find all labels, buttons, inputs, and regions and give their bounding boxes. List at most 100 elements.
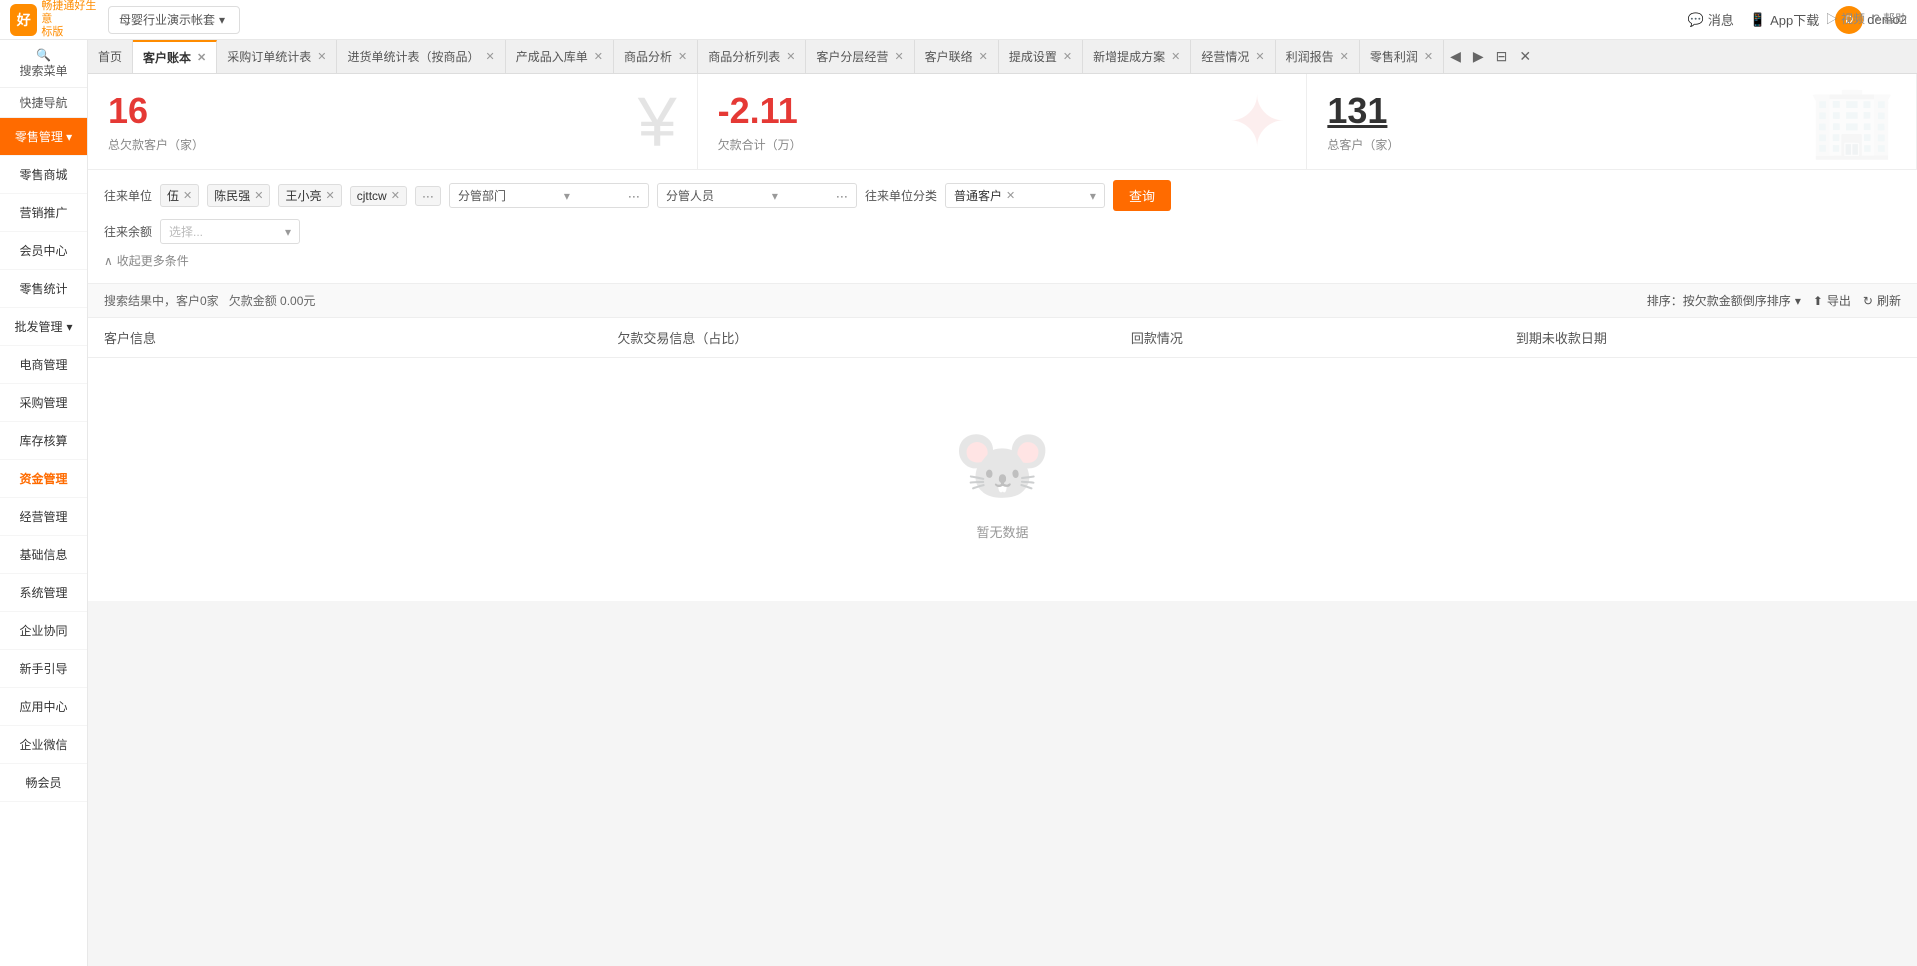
search-icon: 🔍 [36, 48, 51, 62]
sidebar-item-marketing[interactable]: 营销推广 [0, 194, 87, 232]
sidebar-item-app-center[interactable]: 应用中心 [0, 688, 87, 726]
dept-dropdown-icon: ▾ [564, 189, 570, 203]
phone-icon: 📱 [1750, 12, 1766, 28]
tab-home[interactable]: 首页 [88, 40, 133, 74]
sidebar-item-enterprise-wechat[interactable]: 企业微信 [0, 726, 87, 764]
refresh-btn[interactable]: ↻ 刷新 [1863, 292, 1901, 309]
dept-filter[interactable]: 分管部门 ▾ ··· [449, 183, 649, 208]
tab-profit-report[interactable]: 利润报告 ✕ [1276, 40, 1360, 74]
tab-inbound-stats[interactable]: 进货单统计表（按商品） ✕ [337, 40, 505, 74]
sidebar-item-operations[interactable]: 经营管理 [0, 498, 87, 536]
sidebar-item-retail-mall[interactable]: 零售商城 [0, 156, 87, 194]
sidebar-item-enterprise-collab[interactable]: 企业协同 [0, 612, 87, 650]
tab-close-icon[interactable]: ✕ [1340, 50, 1349, 63]
tab-product-analysis[interactable]: 商品分析 ✕ [614, 40, 698, 74]
tab-nav-prev[interactable]: ◀ [1444, 40, 1467, 74]
app-download-label: App下载 [1770, 10, 1819, 29]
tab-close-icon[interactable]: ✕ [894, 50, 903, 63]
app-download-btn[interactable]: 📱 App下载 [1750, 10, 1819, 29]
logo: 好 畅捷通好生意 标版 [10, 0, 98, 39]
tab-close-icon[interactable]: ✕ [979, 50, 988, 63]
col-due-date: 到期未收款日期 [1516, 328, 1901, 347]
person-dropdown-icon: ▾ [772, 189, 778, 203]
message-btn[interactable]: 💬 消息 [1688, 10, 1734, 29]
tab-close-icon[interactable]: ✕ [1171, 50, 1180, 63]
tab-product-analysis-list[interactable]: 商品分析列表 ✕ [698, 40, 806, 74]
unit-tag-chen[interactable]: 陈民强 ✕ [207, 184, 270, 207]
tab-retail-profit[interactable]: 零售利润 ✕ [1360, 40, 1444, 74]
tab-close-icon[interactable]: ✕ [786, 50, 795, 63]
stat-label-customers: 总欠款客户（家） [108, 136, 677, 153]
sidebar-item-purchase[interactable]: 采购管理 [0, 384, 87, 422]
stat-value-customers: 16 [108, 90, 677, 132]
sidebar-item-system[interactable]: 系统管理 [0, 574, 87, 612]
sidebar-item-vip-member[interactable]: 畅会员 [0, 764, 87, 802]
sidebar-item-wholesale[interactable]: 批发管理 ▾ [0, 308, 87, 346]
tab-close-icon[interactable]: ✕ [197, 51, 206, 64]
sort-select[interactable]: 排序：按欠款金额倒序排序 ▾ [1647, 292, 1801, 309]
sidebar-item-member-center[interactable]: 会员中心 [0, 232, 87, 270]
tab-close-icon[interactable]: ✕ [1424, 50, 1433, 63]
stat-bg-icon-total: 🏢 [1809, 81, 1896, 163]
unit-tag-wang-close[interactable]: ✕ [326, 189, 335, 202]
sidebar-item-basic-info[interactable]: 基础信息 [0, 536, 87, 574]
sidebar-item-new-guide[interactable]: 新手引导 [0, 650, 87, 688]
refresh-icon: ↻ [1863, 294, 1873, 308]
tab-business-status[interactable]: 经营情况 ✕ [1191, 40, 1275, 74]
result-summary: 搜索结果中，客户0家 欠款金额 0.00元 [104, 292, 315, 309]
tab-customer-contact[interactable]: 客户联络 ✕ [915, 40, 999, 74]
export-icon: ⬆ [1813, 294, 1823, 308]
col-customer-info: 客户信息 [104, 328, 617, 347]
stat-value-amount: -2.11 [718, 90, 1287, 132]
unit-tag-chen-close[interactable]: ✕ [254, 189, 263, 202]
stat-bg-icon-amount: ✦ [1228, 81, 1287, 163]
unit-tag-cj[interactable]: cjttcw ✕ [350, 186, 407, 206]
sidebar-item-inventory[interactable]: 库存核算 [0, 422, 87, 460]
remainder-filter[interactable]: 选择... ▾ [160, 219, 300, 244]
category-tag-close[interactable]: ✕ [1006, 189, 1015, 202]
person-filter[interactable]: 分管人员 ▾ ··· [657, 183, 857, 208]
tab-bar: 首页 客户账本 ✕ 采购订单统计表 ✕ 进货单统计表（按商品） ✕ 产成品入库单… [88, 40, 1917, 74]
account-dropdown[interactable]: 母婴行业演示帐套 ▾ [108, 6, 240, 34]
sidebar-item-ecommerce[interactable]: 电商管理 [0, 346, 87, 384]
tab-new-commission[interactable]: 新增提成方案 ✕ [1083, 40, 1191, 74]
unit-tag-cj-close[interactable]: ✕ [391, 189, 400, 202]
export-label: 导出 [1827, 292, 1851, 309]
collapse-icon: ∧ [104, 254, 113, 268]
tab-close-icon[interactable]: ✕ [1255, 50, 1264, 63]
sort-label: 排序：按欠款金额倒序排序 [1647, 292, 1791, 309]
unit-tag-wu[interactable]: 伍 ✕ [160, 184, 199, 207]
tab-customer-ledger[interactable]: 客户账本 ✕ [133, 40, 217, 74]
query-button[interactable]: 查询 [1113, 180, 1171, 211]
sidebar-item-retail-stats[interactable]: 零售统计 [0, 270, 87, 308]
dept-more-icon: ··· [628, 189, 640, 203]
sidebar-item-retail-management[interactable]: 零售管理 ▾ [0, 118, 87, 156]
tab-customer-tier[interactable]: 客户分层经营 ✕ [806, 40, 914, 74]
tab-close-icon[interactable]: ✕ [486, 50, 495, 63]
tab-close-icon[interactable]: ✕ [1063, 50, 1072, 63]
unit-tag-wang[interactable]: 王小亮 ✕ [278, 184, 341, 207]
tab-commission-setting[interactable]: 提成设置 ✕ [999, 40, 1083, 74]
logo-icon: 好 [10, 4, 37, 36]
top-bar: 好 畅捷通好生意 标版 母婴行业演示帐套 ▾ 💬 消息 📱 App下载 D de… [0, 0, 1917, 40]
stat-bg-icon-customers: ¥ [638, 82, 677, 162]
sidebar-search[interactable]: 🔍 搜索菜单 [0, 40, 87, 88]
unit-tag-wu-close[interactable]: ✕ [183, 189, 192, 202]
remainder-dropdown-icon: ▾ [285, 225, 291, 239]
sidebar-item-finance[interactable]: 资金管理 [0, 460, 87, 498]
more-tags-btn[interactable]: ··· [415, 186, 441, 206]
unit-category-filter[interactable]: 普通客户 ✕ ▾ [945, 183, 1105, 208]
unit-category-label: 往来单位分类 [865, 187, 937, 204]
tab-production-inbound[interactable]: 产成品入库单 ✕ [506, 40, 614, 74]
tab-nav-menu[interactable]: ⊟ [1490, 40, 1514, 74]
tab-close-icon[interactable]: ✕ [317, 50, 326, 63]
tab-nav-next[interactable]: ▶ [1467, 40, 1490, 74]
collapse-btn[interactable]: ∧ 收起更多条件 [104, 248, 1901, 273]
tab-nav-close-all[interactable]: ✕ [1513, 40, 1537, 74]
unit-filter-label: 往来单位 [104, 187, 152, 204]
tab-close-icon[interactable]: ✕ [678, 50, 687, 63]
sidebar-quick-nav[interactable]: 快捷导航 [0, 88, 87, 118]
tab-purchase-order-stats[interactable]: 采购订单统计表 ✕ [217, 40, 337, 74]
tab-close-icon[interactable]: ✕ [594, 50, 603, 63]
export-btn[interactable]: ⬆ 导出 [1813, 292, 1851, 309]
